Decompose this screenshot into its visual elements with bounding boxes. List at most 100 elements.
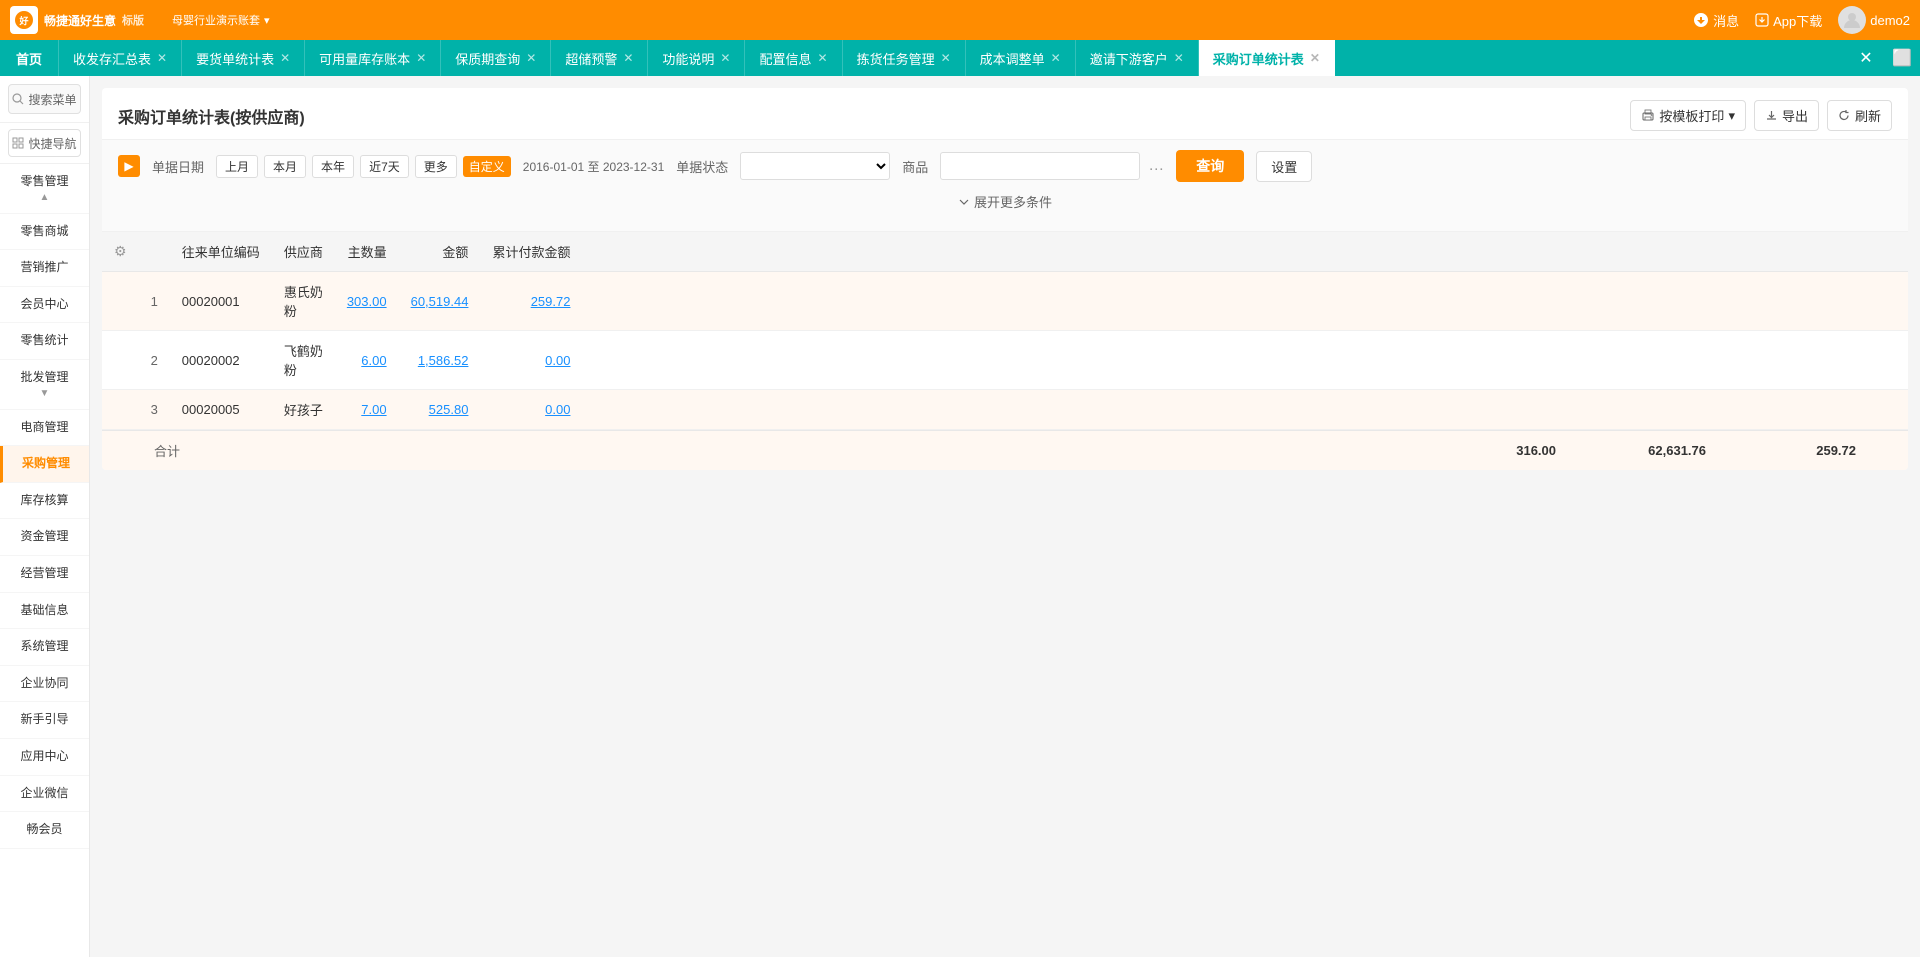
sidebar-item-label: 零售管理 [20, 174, 68, 190]
row-quantity[interactable]: 303.00 [335, 272, 399, 331]
tab-picking-task[interactable]: 拣货任务管理 ✕ [843, 40, 966, 76]
this-month-btn[interactable]: 本月 [264, 155, 306, 178]
settings-btn[interactable]: 设置 [1256, 151, 1312, 182]
sidebar-item-enterprise-wechat[interactable]: 企业微信 [0, 776, 89, 813]
close-tab-config-info[interactable]: ✕ [818, 51, 828, 65]
row-amount[interactable]: 1,586.52 [399, 331, 481, 390]
more-date-btn[interactable]: 更多 [415, 155, 457, 178]
tab-order-summary[interactable]: 要货单统计表 ✕ [182, 40, 305, 76]
tab-config-info[interactable]: 配置信息 ✕ [745, 40, 842, 76]
this-year-btn[interactable]: 本年 [312, 155, 354, 178]
workspace-selector[interactable]: 母婴行业演示账套 ▾ [172, 12, 270, 28]
tab-purchase-summary[interactable]: 采购订单统计表 ✕ [1199, 40, 1335, 76]
search-btn[interactable]: 查询 [1176, 150, 1244, 182]
nav-tabs-end: ✕ ⬜ [1848, 40, 1920, 76]
close-tab-function-desc[interactable]: ✕ [720, 51, 730, 65]
close-tab-receive-summary[interactable]: ✕ [157, 51, 167, 65]
close-tab-picking-task[interactable]: ✕ [941, 51, 951, 65]
tab-warranty-query[interactable]: 保质期查询 ✕ [441, 40, 551, 76]
app-download-btn[interactable]: App下载 [1755, 11, 1822, 30]
row-code: 00020002 [170, 331, 272, 390]
row-expand [102, 331, 139, 390]
sidebar-item-label: 应用中心 [20, 749, 68, 765]
refresh-btn[interactable]: 刷新 [1827, 100, 1892, 131]
user-avatar[interactable]: demo2 [1838, 6, 1910, 34]
expand-more-label: 展开更多条件 [974, 192, 1052, 211]
table-wrapper: ⚙ 往来单位编码 供应商 主数量 金额 累计付款金额 [102, 232, 1908, 430]
tab-inventory-ledger[interactable]: 可用量库存账本 ✕ [305, 40, 441, 76]
table-header: ⚙ 往来单位编码 供应商 主数量 金额 累计付款金额 [102, 232, 1908, 272]
col-seq [139, 232, 170, 272]
sidebar-item-retail-shop[interactable]: 零售商城 [0, 214, 89, 251]
print-dropdown-icon: ▾ [1728, 108, 1735, 124]
tab-overstock-warning[interactable]: 超储预警 ✕ [551, 40, 648, 76]
sidebar-item-app-center[interactable]: 应用中心 [0, 739, 89, 776]
row-quantity[interactable]: 6.00 [335, 331, 399, 390]
sidebar-item-system-manage[interactable]: 系统管理 [0, 629, 89, 666]
goods-input[interactable] [940, 152, 1140, 180]
row-seq: 3 [139, 390, 170, 430]
row-paid[interactable]: 259.72 [480, 272, 582, 331]
sidebar-item-inventory-check[interactable]: 库存核算 [0, 483, 89, 520]
tab-receive-summary[interactable]: 收发存汇总表 ✕ [59, 40, 182, 76]
row-amount[interactable]: 525.80 [399, 390, 481, 430]
status-select[interactable] [740, 152, 890, 180]
expand-more-btn[interactable]: 展开更多条件 [942, 186, 1068, 217]
close-tab-warranty-query[interactable]: ✕ [526, 51, 536, 65]
sidebar-item-label: 库存核算 [20, 493, 68, 509]
last-7-days-btn[interactable]: 近7天 [360, 155, 409, 178]
table-row: 3 00020005 好孩子 7.00 525.80 0.00 [102, 390, 1908, 430]
tabs-maximize[interactable]: ⬜ [1884, 40, 1920, 76]
sidebar-item-member-center[interactable]: 会员中心 [0, 287, 89, 324]
sidebar-search-area: 搜索菜单 [0, 76, 89, 123]
sidebar-item-basic-info[interactable]: 基础信息 [0, 593, 89, 630]
sidebar-item-purchase-manage[interactable]: 采购管理 [0, 446, 89, 483]
date-range-display: 2016-01-01 至 2023-12-31 [523, 158, 664, 175]
col-paid: 累计付款金额 [480, 232, 582, 272]
sidebar-item-retail-stats[interactable]: 零售统计 [0, 323, 89, 360]
sidebar-item-new-guide[interactable]: 新手引导 [0, 702, 89, 739]
workspace-chevron: ▾ [264, 14, 270, 27]
tab-invite-downstream[interactable]: 邀请下游客户 ✕ [1076, 40, 1199, 76]
tabs-close-all[interactable]: ✕ [1848, 40, 1884, 76]
sidebar-item-operation-manage[interactable]: 经营管理 [0, 556, 89, 593]
sidebar-item-enterprise-coop[interactable]: 企业协同 [0, 666, 89, 703]
close-tab-order-summary[interactable]: ✕ [280, 51, 290, 65]
close-tab-cost-adjust[interactable]: ✕ [1051, 51, 1061, 65]
search-menu-btn[interactable]: 搜索菜单 [8, 84, 81, 114]
sidebar-item-finance-manage[interactable]: 资金管理 [0, 519, 89, 556]
export-btn[interactable]: 导出 [1754, 100, 1819, 131]
message-btn[interactable]: 消息 [1693, 11, 1739, 30]
tab-cost-adjust[interactable]: 成本调整单 ✕ [966, 40, 1076, 76]
custom-date-badge: 自定义 [463, 156, 511, 177]
message-label: 消息 [1713, 11, 1739, 30]
sidebar-item-retail-manage[interactable]: 零售管理 ▲ [0, 164, 89, 214]
print-btn[interactable]: 按模板打印 ▾ [1630, 100, 1746, 131]
close-tab-overstock-warning[interactable]: ✕ [623, 51, 633, 65]
content-area: 采购订单统计表(按供应商) 按模板打印 ▾ 导出 刷新 [90, 76, 1920, 957]
row-paid[interactable]: 0.00 [480, 390, 582, 430]
sidebar-item-label: 零售统计 [20, 333, 68, 349]
row-supplier: 飞鹤奶粉 [272, 331, 335, 390]
goods-more-btn[interactable]: … [1148, 157, 1164, 175]
page-container: 采购订单统计表(按供应商) 按模板打印 ▾ 导出 刷新 [102, 88, 1908, 470]
tab-home[interactable]: 首页 [0, 40, 59, 76]
sidebar-item-marketing[interactable]: 营销推广 [0, 250, 89, 287]
sidebar-item-ecommerce-manage[interactable]: 电商管理 [0, 410, 89, 447]
sidebar-item-vip-member[interactable]: 畅会员 [0, 812, 89, 849]
close-tab-purchase-summary[interactable]: ✕ [1310, 51, 1320, 65]
footer-quantity: 316.00 [1466, 443, 1556, 458]
filter-toggle-btn[interactable]: ▶ [118, 155, 140, 177]
column-settings-icon[interactable]: ⚙ [114, 243, 127, 259]
close-tab-invite-downstream[interactable]: ✕ [1174, 51, 1184, 65]
row-amount[interactable]: 60,519.44 [399, 272, 481, 331]
row-quantity[interactable]: 7.00 [335, 390, 399, 430]
sidebar-item-wholesale-manage[interactable]: 批发管理 ▼ [0, 360, 89, 410]
tab-function-desc[interactable]: 功能说明 ✕ [648, 40, 745, 76]
row-paid[interactable]: 0.00 [480, 331, 582, 390]
footer-label: 合计 [114, 441, 494, 460]
close-tab-inventory-ledger[interactable]: ✕ [416, 51, 426, 65]
username: demo2 [1870, 13, 1910, 28]
last-month-btn[interactable]: 上月 [216, 155, 258, 178]
quick-nav-btn[interactable]: 快捷导航 [8, 129, 81, 157]
